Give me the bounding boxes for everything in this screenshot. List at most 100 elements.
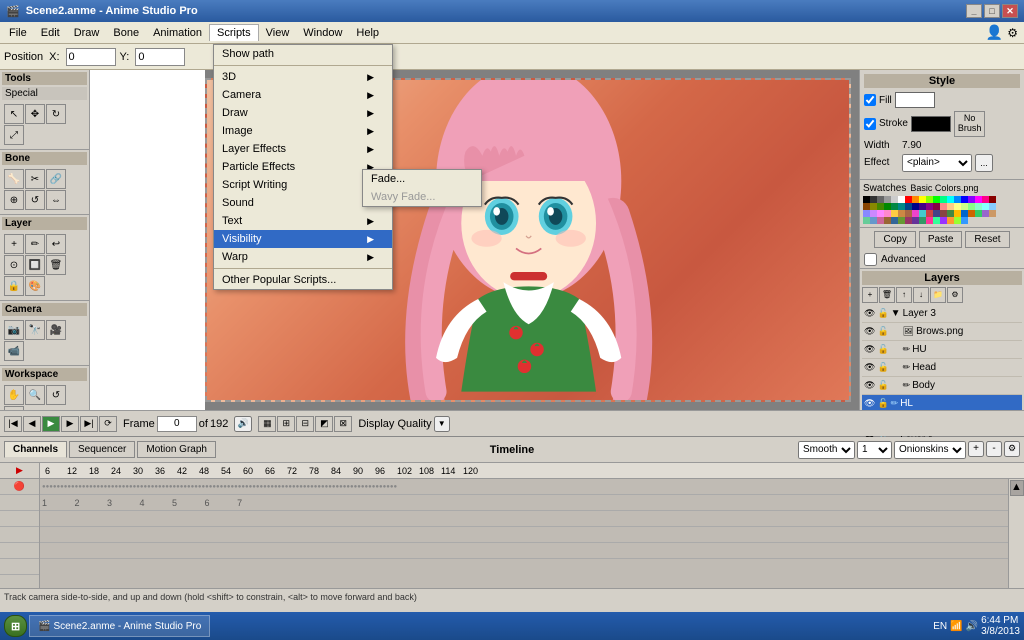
menu-bone[interactable]: Bone [106, 25, 146, 41]
swatch[interactable] [926, 196, 933, 203]
swatch[interactable] [975, 196, 982, 203]
bone-tool-3[interactable]: 🔗 [46, 169, 66, 189]
menu-fade[interactable]: Fade... [363, 170, 481, 188]
frame-input[interactable] [157, 416, 197, 432]
tab-sequencer[interactable]: Sequencer [69, 441, 135, 458]
swatch[interactable] [870, 210, 877, 217]
goto-end-button[interactable]: ▶| [80, 416, 98, 432]
view-1-button[interactable]: ▦ [258, 416, 276, 432]
swatch[interactable] [961, 196, 968, 203]
layer-delete-button[interactable]: 🗑 [879, 287, 895, 303]
tl-settings-button[interactable]: ⚙ [1004, 441, 1020, 457]
bone-tool-2[interactable]: ✂ [25, 169, 45, 189]
swatch[interactable] [947, 203, 954, 210]
swatch[interactable] [926, 210, 933, 217]
taskbar-app[interactable]: 🎬 Scene2.anme - Anime Studio Pro [29, 615, 210, 637]
layer-up-button[interactable]: ↑ [896, 287, 912, 303]
layer-tool-3[interactable]: ↩ [46, 234, 66, 254]
canvas-area[interactable] [90, 70, 859, 410]
paste-button[interactable]: Paste [919, 231, 963, 248]
tab-channels[interactable]: Channels [4, 441, 67, 458]
swatch[interactable] [870, 196, 877, 203]
menu-window[interactable]: Window [296, 25, 349, 41]
x-input[interactable] [66, 48, 116, 66]
swatch[interactable] [954, 217, 961, 224]
swatch[interactable] [961, 217, 968, 224]
y-input[interactable] [135, 48, 185, 66]
swatch[interactable] [905, 196, 912, 203]
next-frame-button[interactable]: ▶ [61, 416, 79, 432]
start-button[interactable]: ⊞ [4, 615, 27, 637]
swatch[interactable] [926, 217, 933, 224]
ws-tool-1[interactable]: ✋ [4, 385, 24, 405]
swatch[interactable] [919, 210, 926, 217]
swatch[interactable] [940, 217, 947, 224]
swatch[interactable] [877, 210, 884, 217]
swatch[interactable] [954, 196, 961, 203]
swatch[interactable] [982, 196, 989, 203]
swatch[interactable] [919, 217, 926, 224]
swatch[interactable] [961, 210, 968, 217]
bone-tool-1[interactable]: 🦴 [4, 169, 24, 189]
loop-button[interactable]: ⟳ [99, 416, 117, 432]
ws-tool-3[interactable]: ↺ [46, 385, 66, 405]
swatch[interactable] [891, 196, 898, 203]
display-quality-dropdown[interactable]: ▼ [434, 416, 450, 432]
swatch[interactable] [884, 196, 891, 203]
swatch[interactable] [933, 210, 940, 217]
menu-help[interactable]: Help [349, 25, 386, 41]
tool-move[interactable]: ✥ [25, 104, 45, 124]
bone-tool-6[interactable]: ⇔ [46, 190, 66, 210]
goto-start-button[interactable]: |◀ [4, 416, 22, 432]
layer-tool-6[interactable]: 🗑 [46, 255, 66, 275]
swatch[interactable] [891, 203, 898, 210]
swatch[interactable] [905, 203, 912, 210]
menu-scripts[interactable]: Scripts [209, 24, 259, 41]
swatch[interactable] [919, 203, 926, 210]
swatch[interactable] [898, 203, 905, 210]
swatch[interactable] [975, 210, 982, 217]
layer-tool-5[interactable]: 🔲 [25, 255, 45, 275]
audio-button[interactable]: 🔊 [234, 416, 252, 432]
reset-button[interactable]: Reset [965, 231, 1009, 248]
menu-draw[interactable]: Draw [67, 25, 107, 41]
swatch[interactable] [989, 203, 996, 210]
swatch[interactable] [870, 203, 877, 210]
menu-text[interactable]: Text ▶ [214, 212, 392, 230]
menu-file[interactable]: File [2, 25, 34, 41]
step-select[interactable]: 1 [857, 441, 892, 459]
copy-button[interactable]: Copy [874, 231, 915, 248]
maximize-button[interactable]: □ [984, 4, 1000, 18]
layer-row-brows[interactable]: 👁 🔓 🖼 Brows.png [862, 323, 1022, 341]
swatch[interactable] [933, 196, 940, 203]
fill-checkbox[interactable] [864, 94, 876, 106]
swatch[interactable] [912, 196, 919, 203]
view-3-button[interactable]: ⊟ [296, 416, 314, 432]
camera-tool-1[interactable]: 📷 [4, 320, 24, 340]
swatch[interactable] [954, 210, 961, 217]
stroke-checkbox[interactable] [864, 118, 876, 130]
timeline-scrollbar[interactable]: ▲ [1008, 479, 1024, 588]
swatch[interactable] [877, 203, 884, 210]
menu-layer-effects[interactable]: Layer Effects ▶ [214, 140, 392, 158]
layer-down-button[interactable]: ↓ [913, 287, 929, 303]
camera-tool-3[interactable]: 🎥 [46, 320, 66, 340]
swatch[interactable] [863, 217, 870, 224]
swatch[interactable] [884, 217, 891, 224]
layer-row-body[interactable]: 👁 🔓 ✏ Body [862, 377, 1022, 395]
fill-swatch[interactable] [895, 92, 935, 108]
tl-zoom-in-button[interactable]: + [968, 441, 984, 457]
menu-other-popular-scripts[interactable]: Other Popular Scripts... [214, 271, 392, 289]
swatch[interactable] [912, 210, 919, 217]
swatch[interactable] [877, 217, 884, 224]
swatch[interactable] [863, 203, 870, 210]
menu-camera[interactable]: Camera ▶ [214, 86, 392, 104]
swatch[interactable] [898, 210, 905, 217]
swatch[interactable] [933, 203, 940, 210]
swatch[interactable] [968, 196, 975, 203]
swatch[interactable] [891, 217, 898, 224]
swatch[interactable] [912, 217, 919, 224]
minimize-button[interactable]: _ [966, 4, 982, 18]
swatch[interactable] [968, 203, 975, 210]
close-button[interactable]: ✕ [1002, 4, 1018, 18]
